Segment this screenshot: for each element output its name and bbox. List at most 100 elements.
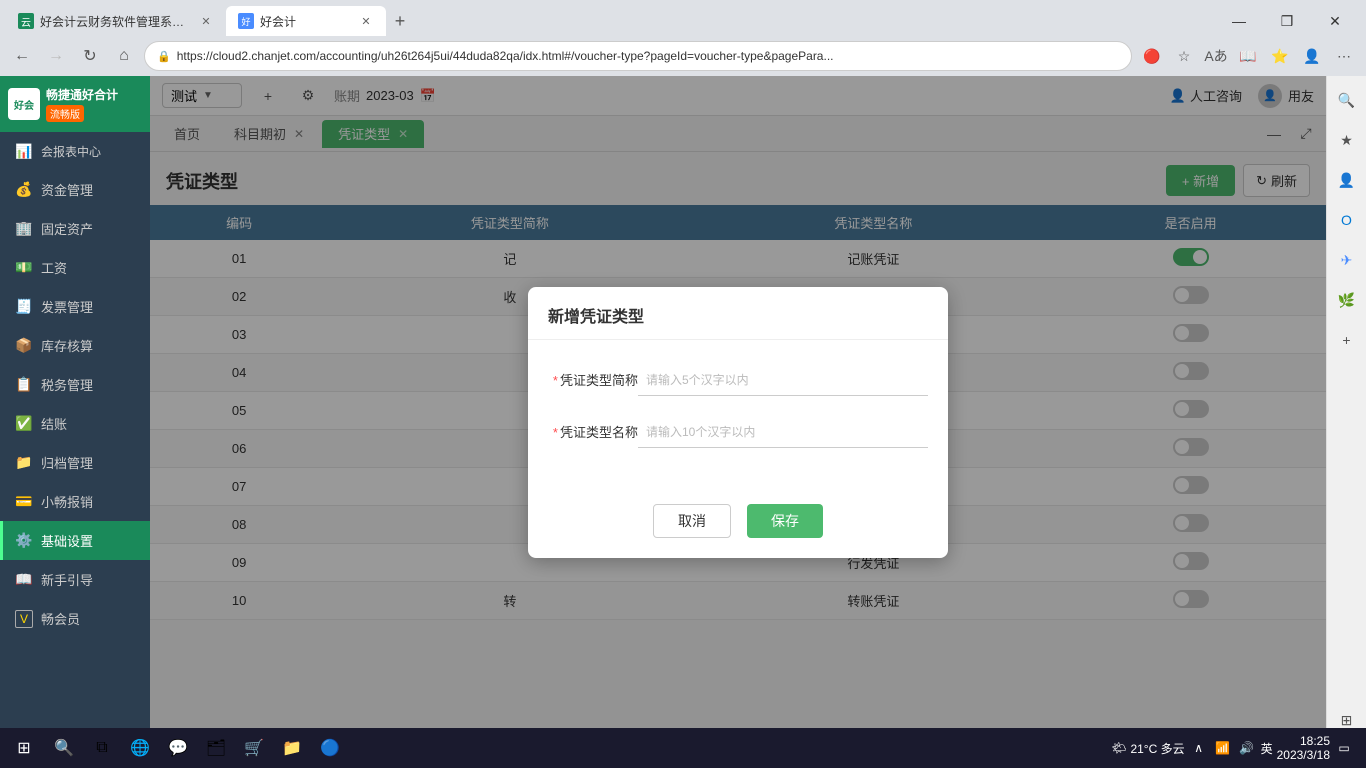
home-button[interactable]: ⌂ (110, 42, 138, 70)
shuiwu-icon: 📋 (15, 376, 33, 394)
address-bar: ← → ↻ ⌂ 🔒 https://cloud2.chanjet.com/acc… (0, 36, 1366, 76)
logo-text-area: 畅捷通好合计 流畅版 (46, 86, 118, 122)
systray-wifi[interactable]: 📶 (1213, 738, 1233, 758)
systray-volume[interactable]: 🔊 (1237, 738, 1257, 758)
taskbar-blue-icon[interactable]: 🔵 (312, 730, 348, 766)
right-panel-search-button[interactable]: 🔍 (1331, 84, 1363, 116)
sidebar-item-xinshou[interactable]: 📖 新手引导 (0, 560, 150, 599)
tab-close-2[interactable]: ✕ (358, 13, 374, 29)
gongzi-icon: 💵 (15, 259, 33, 277)
minimize-button[interactable]: — (1216, 6, 1262, 36)
taskbar-right: 🌤 21°C 多云 ∧ 📶 🔊 英 18:25 2023/3/18 ▭ (1111, 734, 1362, 762)
sidebar-logo[interactable]: 好会 畅捷通好合计 流畅版 (0, 76, 150, 132)
zijin-icon: 💰 (15, 181, 33, 199)
sidebar-item-zijin[interactable]: 💰 资金管理 (0, 170, 150, 209)
start-button[interactable]: ⊞ (4, 730, 44, 766)
profile-button[interactable]: 👤 (1298, 42, 1326, 70)
browser-tab-1[interactable]: 云 好会计云财务软件管理系统_会计 ✕ (6, 6, 226, 36)
bookmark-button[interactable]: ☆ (1170, 42, 1198, 70)
sidebar-item-shuiwu[interactable]: 📋 税务管理 (0, 365, 150, 404)
weather-info: 🌤 21°C 多云 (1111, 740, 1184, 757)
sidebar: 好会 畅捷通好合计 流畅版 📊 会报表中心 💰 资金管理 🏢 固定资产 💵 工资 (0, 76, 150, 768)
taskbar-folder-icon[interactable]: 🗂 (198, 730, 234, 766)
tab-close-1[interactable]: ✕ (198, 13, 214, 29)
name-form-row: *凭证类型名称 (548, 416, 928, 448)
browser-actions: 🔴 ☆ Aあ 📖 ⭐ 👤 ⋯ (1138, 42, 1358, 70)
right-panel-star-button[interactable]: ★ (1331, 124, 1363, 156)
xiaopang-icon: 💳 (15, 493, 33, 511)
taskbar-chat-icon[interactable]: 💬 (160, 730, 196, 766)
lang-indicator[interactable]: 英 (1261, 740, 1273, 757)
sidebar-item-jichushe[interactable]: ⚙️ 基础设置 (0, 521, 150, 560)
close-button[interactable]: ✕ (1312, 6, 1358, 36)
sidebar-item-xiaopang[interactable]: 💳 小畅报销 (0, 482, 150, 521)
translate-button[interactable]: Aあ (1202, 42, 1230, 70)
lock-icon: 🔒 (157, 50, 171, 63)
extensions-button[interactable]: 🔴 (1138, 42, 1166, 70)
logo-main-text: 畅捷通好合计 (46, 86, 118, 103)
show-desktop-button[interactable]: ▭ (1334, 738, 1354, 758)
clock[interactable]: 18:25 2023/3/18 (1277, 734, 1330, 762)
modal-title: 新增凭证类型 (548, 309, 644, 326)
reading-button[interactable]: 📖 (1234, 42, 1262, 70)
fapiao-icon: 🧾 (15, 298, 33, 316)
sidebar-item-label-zijin: 资金管理 (41, 180, 93, 199)
sidebar-item-fapiao[interactable]: 🧾 发票管理 (0, 287, 150, 326)
modal-header: 新增凭证类型 (528, 287, 948, 340)
systray-chevron[interactable]: ∧ (1189, 738, 1209, 758)
time-display: 18:25 (1277, 734, 1330, 748)
sidebar-item-label-jichushe: 基础设置 (41, 531, 93, 550)
browser-tab-2[interactable]: 好 好会计 ✕ (226, 6, 386, 36)
sidebar-item-jiezhang[interactable]: ✅ 结账 (0, 404, 150, 443)
modal-footer: 取消 保存 (528, 492, 948, 558)
taskbar-taskview-button[interactable]: ⧉ (84, 730, 120, 766)
logo-badge: 流畅版 (46, 105, 84, 122)
collection-button[interactable]: ⭐ (1266, 42, 1294, 70)
weather-text: 21°C 多云 (1130, 740, 1184, 757)
maximize-button[interactable]: ❒ (1264, 6, 1310, 36)
taskbar-edge-icon[interactable]: 🌐 (122, 730, 158, 766)
taskbar: ⊞ 🔍 ⧉ 🌐 💬 🗂 🛒 📁 🔵 🌤 21°C 多云 ∧ 📶 🔊 英 18:2… (0, 728, 1366, 768)
modal-body: *凭证类型简称 *凭证类型名称 (528, 340, 948, 492)
sidebar-item-label-kucun: 库存核算 (41, 336, 93, 355)
abbr-input[interactable] (638, 364, 928, 396)
window-controls: — ❒ ✕ (1216, 6, 1366, 36)
abbr-label: *凭证类型简称 (548, 370, 638, 389)
right-panel-add-button[interactable]: + (1331, 324, 1363, 356)
more-button[interactable]: ⋯ (1330, 42, 1358, 70)
cancel-button[interactable]: 取消 (653, 504, 731, 538)
right-panel-green-button[interactable]: 🌿 (1331, 284, 1363, 316)
sidebar-item-huibao[interactable]: 📊 会报表中心 (0, 132, 150, 170)
sidebar-item-gongzi[interactable]: 💵 工资 (0, 248, 150, 287)
save-button[interactable]: 保存 (747, 504, 823, 538)
xinshou-icon: 📖 (15, 571, 33, 589)
name-input[interactable] (638, 416, 928, 448)
guidang-icon: 📁 (15, 454, 33, 472)
tab-favicon-1: 云 (18, 13, 34, 29)
taskbar-store-icon[interactable]: 🛒 (236, 730, 272, 766)
sidebar-item-kucun[interactable]: 📦 库存核算 (0, 326, 150, 365)
right-panel-send-button[interactable]: ✈ (1331, 244, 1363, 276)
reload-button[interactable]: ↻ (76, 42, 104, 70)
right-panel: 🔍 ★ 👤 O ✈ 🌿 + ⊞ ⚙ (1326, 76, 1366, 768)
sidebar-item-label-xiaopang: 小畅报销 (41, 492, 93, 511)
huibao-icon: 📊 (15, 142, 33, 160)
address-input[interactable]: 🔒 https://cloud2.chanjet.com/accounting/… (144, 41, 1132, 71)
logo-icon: 好会 (8, 88, 40, 120)
sidebar-item-huiyuan[interactable]: V 畅会员 (0, 599, 150, 638)
sidebar-item-guidang[interactable]: 📁 归档管理 (0, 443, 150, 482)
sidebar-item-label-guding: 固定资产 (41, 219, 93, 238)
kucun-icon: 📦 (15, 337, 33, 355)
right-panel-outlook-button[interactable]: O (1331, 204, 1363, 236)
sidebar-item-guding[interactable]: 🏢 固定资产 (0, 209, 150, 248)
huiyuan-icon: V (15, 610, 33, 628)
forward-button[interactable]: → (42, 42, 70, 70)
right-panel-person-button[interactable]: 👤 (1331, 164, 1363, 196)
jichushe-icon: ⚙️ (15, 532, 33, 550)
back-button[interactable]: ← (8, 42, 36, 70)
new-tab-button[interactable]: + (386, 7, 414, 35)
taskbar-files-icon[interactable]: 📁 (274, 730, 310, 766)
taskbar-search-button[interactable]: 🔍 (46, 730, 82, 766)
tab-bar: 云 好会计云财务软件管理系统_会计 ✕ 好 好会计 ✕ + — ❒ ✕ (0, 0, 1366, 36)
weather-icon: 🌤 (1111, 741, 1126, 755)
